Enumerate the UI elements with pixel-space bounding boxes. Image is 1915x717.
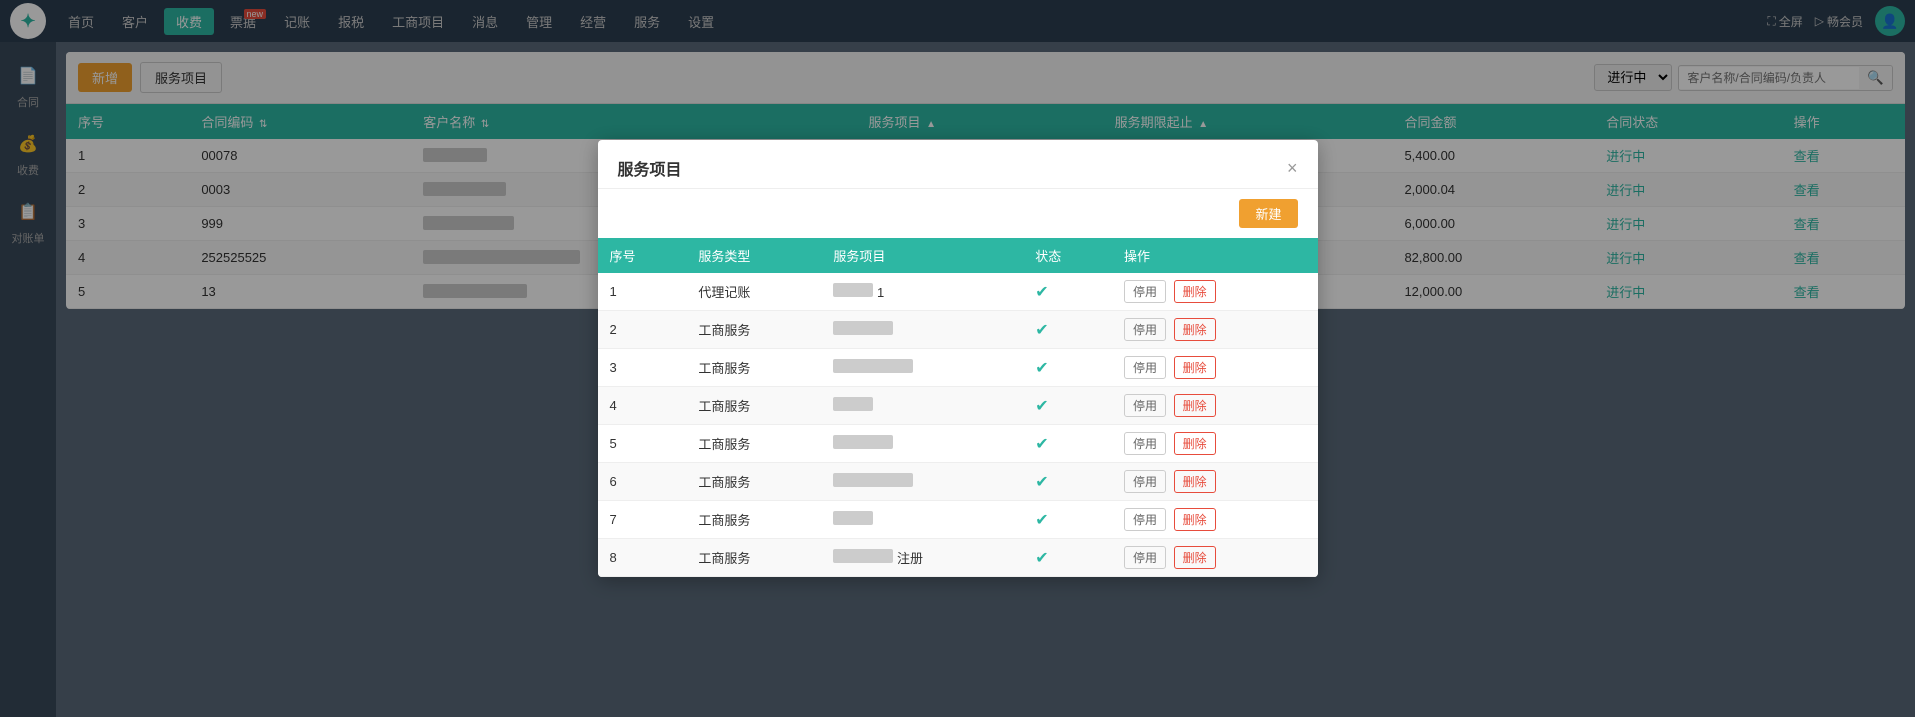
modal-cell-status: ✔ <box>1023 311 1112 349</box>
modal-table-row: 5 工商服务 ✔ 停用 删除 <box>598 425 1318 463</box>
modal-cell-num: 3 <box>598 349 687 387</box>
modal-new-button[interactable]: 新建 <box>1239 199 1297 228</box>
modal-cell-item <box>821 349 1023 387</box>
modal-cell-num: 7 <box>598 501 687 539</box>
modal-col-action: 操作 <box>1112 238 1317 273</box>
status-check-icon: ✔ <box>1035 550 1048 567</box>
modal-cell-status: ✔ <box>1023 349 1112 387</box>
modal-cell-item <box>821 425 1023 463</box>
delete-button[interactable]: 删除 <box>1174 432 1216 455</box>
stop-button[interactable]: 停用 <box>1124 280 1166 303</box>
modal-cell-item: 1 <box>821 273 1023 311</box>
delete-button[interactable]: 删除 <box>1174 508 1216 531</box>
modal-cell-num: 5 <box>598 425 687 463</box>
modal-cell-num: 2 <box>598 311 687 349</box>
modal-cell-actions: 停用 删除 <box>1112 273 1317 311</box>
status-check-icon: ✔ <box>1035 474 1048 491</box>
delete-button[interactable]: 删除 <box>1174 470 1216 493</box>
modal-cell-status: ✔ <box>1023 501 1112 539</box>
stop-button[interactable]: 停用 <box>1124 356 1166 379</box>
stop-button[interactable]: 停用 <box>1124 546 1166 569</box>
modal-cell-status: ✔ <box>1023 539 1112 577</box>
modal-table-row: 7 工商服务 ✔ 停用 删除 <box>598 501 1318 539</box>
modal-cell-num: 4 <box>598 387 687 425</box>
delete-button[interactable]: 删除 <box>1174 280 1216 303</box>
modal-col-item: 服务项目 <box>821 238 1023 273</box>
status-check-icon: ✔ <box>1035 360 1048 377</box>
modal-cell-item <box>821 311 1023 349</box>
modal-table-row: 1 代理记账 1 ✔ 停用 删除 <box>598 273 1318 311</box>
status-check-icon: ✔ <box>1035 436 1048 453</box>
modal-cell-status: ✔ <box>1023 425 1112 463</box>
modal-cell-actions: 停用 删除 <box>1112 311 1317 349</box>
modal-cell-actions: 停用 删除 <box>1112 387 1317 425</box>
status-check-icon: ✔ <box>1035 398 1048 415</box>
modal-cell-status: ✔ <box>1023 463 1112 501</box>
modal-cell-type: 工商服务 <box>686 539 821 577</box>
modal-cell-type: 工商服务 <box>686 349 821 387</box>
modal-cell-type: 工商服务 <box>686 387 821 425</box>
modal-cell-type: 工商服务 <box>686 463 821 501</box>
stop-button[interactable]: 停用 <box>1124 394 1166 417</box>
modal-col-type: 服务类型 <box>686 238 821 273</box>
modal-cell-item: 注册 <box>821 539 1023 577</box>
modal-cell-num: 1 <box>598 273 687 311</box>
delete-button[interactable]: 删除 <box>1174 356 1216 379</box>
modal-cell-type: 工商服务 <box>686 311 821 349</box>
modal-table-row: 8 工商服务 注册 ✔ 停用 删除 <box>598 539 1318 577</box>
modal-cell-item <box>821 501 1023 539</box>
modal-cell-actions: 停用 删除 <box>1112 463 1317 501</box>
modal-cell-item <box>821 387 1023 425</box>
modal-cell-num: 8 <box>598 539 687 577</box>
modal-cell-status: ✔ <box>1023 387 1112 425</box>
modal-table-row: 4 工商服务 ✔ 停用 删除 <box>598 387 1318 425</box>
service-table: 序号 服务类型 服务项目 状态 操作 1 代理记账 1 ✔ 停用 删除 2 工 <box>598 238 1318 577</box>
delete-button[interactable]: 删除 <box>1174 318 1216 341</box>
modal-header: 服务项目 × <box>598 140 1318 189</box>
modal-cell-actions: 停用 删除 <box>1112 501 1317 539</box>
status-check-icon: ✔ <box>1035 322 1048 339</box>
modal-table-header: 序号 服务类型 服务项目 状态 操作 <box>598 238 1318 273</box>
status-check-icon: ✔ <box>1035 512 1048 529</box>
modal-cell-actions: 停用 删除 <box>1112 349 1317 387</box>
modal-table-row: 2 工商服务 ✔ 停用 删除 <box>598 311 1318 349</box>
modal-overlay[interactable]: 服务项目 × 新建 序号 服务类型 服务项目 状态 操作 1 代理记账 <box>0 0 1915 717</box>
modal-cell-item <box>821 463 1023 501</box>
modal-cell-actions: 停用 删除 <box>1112 539 1317 577</box>
modal-cell-type: 工商服务 <box>686 501 821 539</box>
stop-button[interactable]: 停用 <box>1124 470 1166 493</box>
service-modal: 服务项目 × 新建 序号 服务类型 服务项目 状态 操作 1 代理记账 <box>598 140 1318 577</box>
modal-col-status: 状态 <box>1023 238 1112 273</box>
modal-cell-actions: 停用 删除 <box>1112 425 1317 463</box>
delete-button[interactable]: 删除 <box>1174 394 1216 417</box>
delete-button[interactable]: 删除 <box>1174 546 1216 569</box>
modal-cell-type: 代理记账 <box>686 273 821 311</box>
modal-table-row: 6 工商服务 ✔ 停用 删除 <box>598 463 1318 501</box>
stop-button[interactable]: 停用 <box>1124 508 1166 531</box>
modal-body: 序号 服务类型 服务项目 状态 操作 1 代理记账 1 ✔ 停用 删除 2 工 <box>598 238 1318 577</box>
status-check-icon: ✔ <box>1035 284 1048 301</box>
modal-col-num: 序号 <box>598 238 687 273</box>
modal-cell-num: 6 <box>598 463 687 501</box>
modal-title: 服务项目 <box>618 156 682 180</box>
modal-toolbar: 新建 <box>598 189 1318 238</box>
modal-table-row: 3 工商服务 ✔ 停用 删除 <box>598 349 1318 387</box>
modal-cell-type: 工商服务 <box>686 425 821 463</box>
modal-cell-status: ✔ <box>1023 273 1112 311</box>
modal-close-button[interactable]: × <box>1287 159 1298 177</box>
stop-button[interactable]: 停用 <box>1124 318 1166 341</box>
stop-button[interactable]: 停用 <box>1124 432 1166 455</box>
